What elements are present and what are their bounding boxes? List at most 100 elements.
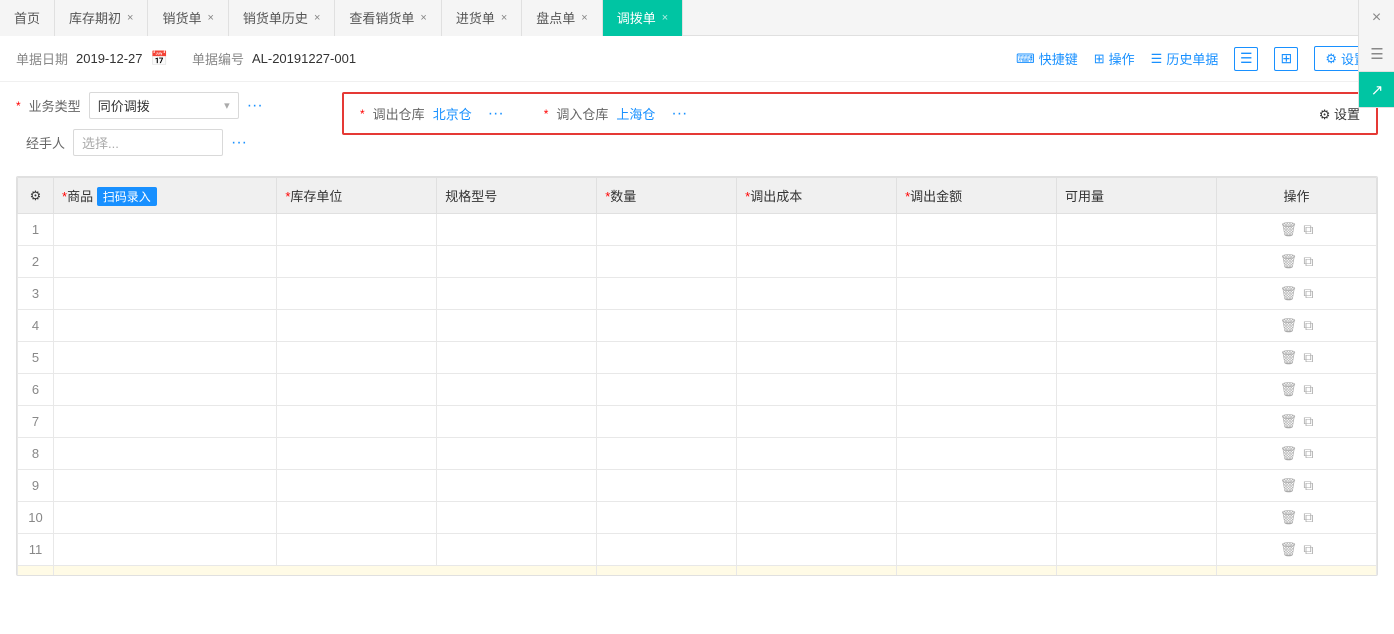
col-gear[interactable]: ⚙: [18, 178, 54, 214]
tab-close-stocktake[interactable]: ×: [581, 12, 587, 24]
tab-purchase[interactable]: 进货单 ×: [442, 0, 522, 36]
tab-sales-order[interactable]: 销货单 ×: [148, 0, 228, 36]
copy-icon[interactable]: ⧉: [1303, 413, 1313, 430]
business-type-select[interactable]: 同价调拨 ▾: [89, 92, 239, 119]
business-type-row: * 业务类型 同价调拨 ▾ ···: [16, 92, 326, 119]
header-actions: ⌨ 快捷键 ⊞ 操作 ☰ 历史单据 ☰ ⊞ ⚙ 设置: [1016, 46, 1378, 71]
tab-inventory-init[interactable]: 库存期初 ×: [55, 0, 148, 36]
copy-icon[interactable]: ⧉: [1303, 221, 1313, 238]
tab-stocktake[interactable]: 盘点单 ×: [522, 0, 602, 36]
contact-more-icon[interactable]: ···: [231, 134, 247, 152]
table-row: 4🗑⧉: [18, 310, 1377, 342]
history-label: 历史单据: [1166, 49, 1218, 68]
delete-icon[interactable]: 🗑: [1280, 509, 1298, 526]
contact-row: 经手人 选择... ···: [16, 129, 326, 156]
tab-home[interactable]: 首页: [0, 0, 55, 36]
table-row: 5🗑⧉: [18, 342, 1377, 374]
tab-close-transfer[interactable]: ×: [662, 12, 668, 24]
col-spec: 规格型号: [437, 178, 597, 214]
shortcut-button[interactable]: ⌨ 快捷键: [1016, 49, 1078, 68]
tab-close-purchase[interactable]: ×: [501, 12, 507, 24]
warehouse-out-more-icon[interactable]: ···: [488, 105, 504, 123]
form-header: 单据日期 2019-12-27 📅 单据编号 AL-20191227-001 ⌨…: [0, 36, 1394, 82]
delete-icon[interactable]: 🗑: [1280, 285, 1298, 302]
tab-view-sales[interactable]: 查看销货单 ×: [335, 0, 441, 36]
warehouse-settings-label: 设置: [1334, 107, 1360, 122]
delete-icon[interactable]: 🗑: [1280, 221, 1298, 238]
col-qty: *数量: [597, 178, 737, 214]
calendar-icon[interactable]: 📅: [151, 50, 168, 67]
tab-close-view-sales[interactable]: ×: [420, 12, 426, 24]
delete-icon[interactable]: 🗑: [1280, 413, 1298, 430]
date-value: 2019-12-27: [76, 51, 143, 66]
tab-close-sales-history[interactable]: ×: [314, 12, 320, 24]
warehouse-settings-icon: ⚙: [1319, 107, 1331, 122]
contact-placeholder: 选择...: [82, 136, 119, 151]
settings-icon: ⚙: [1325, 51, 1337, 67]
delete-icon[interactable]: 🗑: [1280, 317, 1298, 334]
warehouse-in-value: 上海仓: [616, 104, 655, 123]
main-table: ⚙ *商品 扫码录入 *库存单位 规格型号 *数量 *调出成本 *调出金额 可用…: [16, 176, 1378, 576]
table-row: 2🗑⧉: [18, 246, 1377, 278]
history-button[interactable]: ☰ 历史单据: [1151, 49, 1219, 68]
copy-icon[interactable]: ⧉: [1303, 253, 1313, 270]
sidebar-export-icon[interactable]: ↗: [1359, 72, 1394, 108]
operate-button[interactable]: ⊞ 操作: [1094, 49, 1135, 68]
copy-icon[interactable]: ⧉: [1303, 509, 1313, 526]
subtotal-row: 小计 0.00 0.00 0.00: [18, 566, 1377, 577]
warehouse-in-required: *: [544, 107, 549, 121]
copy-icon[interactable]: ⧉: [1303, 285, 1313, 302]
operate-icon: ⊞: [1094, 51, 1105, 67]
tab-close-sales-order[interactable]: ×: [207, 12, 213, 24]
col-amount: *调出金额: [897, 178, 1057, 214]
business-type-more-icon[interactable]: ···: [247, 97, 263, 115]
subtotal-amount: 0.00: [897, 566, 1057, 577]
delete-icon[interactable]: 🗑: [1280, 253, 1298, 270]
docnum-value: AL-20191227-001: [252, 51, 356, 66]
table-row: 11🗑⧉: [18, 534, 1377, 566]
table-row: 7🗑⧉: [18, 406, 1377, 438]
tab-sales-history[interactable]: 销货单历史 ×: [229, 0, 335, 36]
date-field-group: 单据日期 2019-12-27 📅: [16, 49, 168, 68]
copy-icon[interactable]: ⧉: [1303, 541, 1313, 558]
table-row: 9🗑⧉: [18, 470, 1377, 502]
business-type-required: *: [16, 99, 21, 113]
table-row: 6🗑⧉: [18, 374, 1377, 406]
col-unit: *库存单位: [277, 178, 437, 214]
delete-icon[interactable]: 🗑: [1280, 349, 1298, 366]
delete-icon[interactable]: 🗑: [1280, 477, 1298, 494]
warehouse-out-label: 调出仓库: [373, 104, 425, 123]
dropdown-arrow-icon: ▾: [224, 99, 230, 112]
copy-icon[interactable]: ⧉: [1303, 445, 1313, 462]
grid-view-icon[interactable]: ⊞: [1274, 47, 1298, 71]
tab-close-inventory-init[interactable]: ×: [127, 12, 133, 24]
copy-icon[interactable]: ⧉: [1303, 477, 1313, 494]
keyboard-icon: ⌨: [1016, 51, 1035, 67]
delete-icon[interactable]: 🗑: [1280, 541, 1298, 558]
table-row: 3🗑⧉: [18, 278, 1377, 310]
warehouse-out-field: * 调出仓库 北京仓 ···: [360, 104, 504, 123]
tab-transfer[interactable]: 调拨单 ×: [603, 0, 683, 36]
col-available: 可用量: [1057, 178, 1217, 214]
copy-icon[interactable]: ⧉: [1303, 317, 1313, 334]
scan-button[interactable]: 扫码录入: [97, 187, 157, 206]
global-close-button[interactable]: ×: [1358, 0, 1394, 36]
tab-bar: 首页 库存期初 × 销货单 × 销货单历史 × 查看销货单 × 进货单 × 盘点…: [0, 0, 1394, 36]
contact-label: 经手人: [26, 133, 65, 152]
sidebar-doc-icon[interactable]: ☰: [1359, 36, 1394, 72]
right-sidebar: ☰ ↗: [1358, 36, 1394, 108]
table-row: 8🗑⧉: [18, 438, 1377, 470]
copy-icon[interactable]: ⧉: [1303, 381, 1313, 398]
warehouse-in-more-icon[interactable]: ···: [671, 105, 687, 123]
table-header-row: ⚙ *商品 扫码录入 *库存单位 规格型号 *数量 *调出成本 *调出金额 可用…: [18, 178, 1377, 214]
subtotal-label: 小计: [54, 566, 597, 577]
delete-icon[interactable]: 🗑: [1280, 381, 1298, 398]
table-row: 10🗑⧉: [18, 502, 1377, 534]
contact-select[interactable]: 选择...: [73, 129, 223, 156]
list-view-icon[interactable]: ☰: [1234, 47, 1258, 71]
col-action: 操作: [1216, 178, 1376, 214]
left-form: * 业务类型 同价调拨 ▾ ··· 经手人 选择... ···: [16, 92, 326, 166]
delete-icon[interactable]: 🗑: [1280, 445, 1298, 462]
warehouse-settings-button[interactable]: ⚙ 设置: [1319, 104, 1360, 123]
copy-icon[interactable]: ⧉: [1303, 349, 1313, 366]
